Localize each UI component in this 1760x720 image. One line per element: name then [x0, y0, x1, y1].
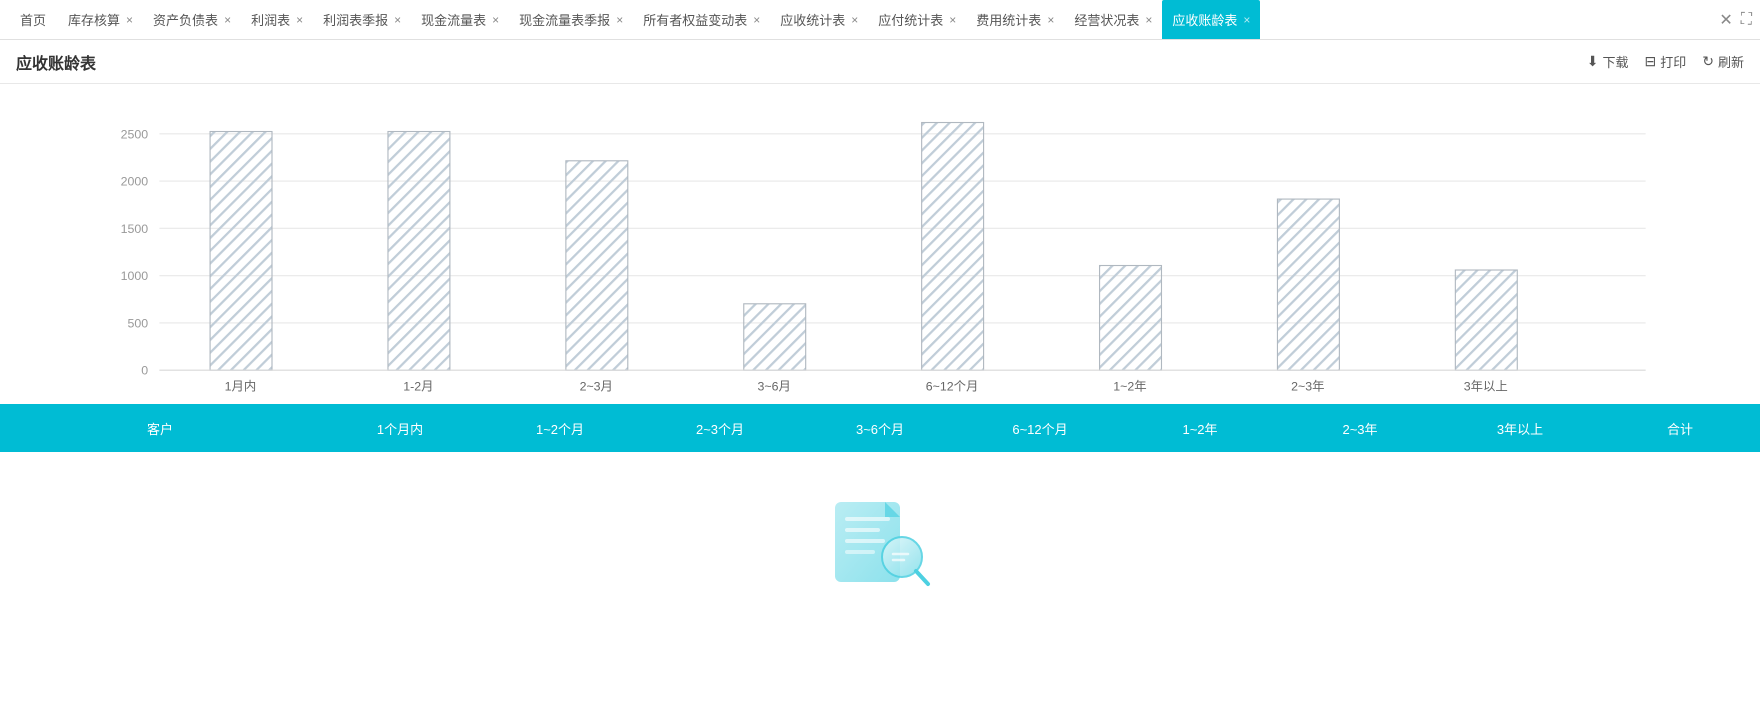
bar-chart: 0 500 1000 1500 2000 2500 1月内 1-2月 2~3月 …	[20, 100, 1740, 404]
svg-text:1月内: 1月内	[225, 379, 257, 393]
svg-text:1-2月: 1-2月	[403, 379, 433, 393]
tab-expense-stats[interactable]: 费用统计表 ×	[966, 0, 1064, 40]
tab-equity-changes[interactable]: 所有者权益变动表 ×	[633, 0, 770, 40]
main-content: 0 500 1000 1500 2000 2500 1月内 1-2月 2~3月 …	[0, 84, 1760, 720]
bar-1month	[210, 132, 272, 371]
svg-text:2500: 2500	[121, 127, 149, 141]
print-icon: ⊟	[1645, 53, 1657, 70]
bar-1-2month	[388, 132, 450, 371]
tab-cash-flow[interactable]: 现金流量表 ×	[411, 0, 509, 40]
page-header: 应收账龄表 ⬇ 下载 ⊟ 打印 ↻ 刷新	[0, 40, 1760, 84]
tab-balance-sheet[interactable]: 资产负债表 ×	[143, 0, 241, 40]
svg-text:3~6月: 3~6月	[757, 379, 790, 393]
svg-text:2~3年: 2~3年	[1291, 379, 1324, 393]
svg-text:1500: 1500	[121, 222, 149, 236]
svg-text:1000: 1000	[121, 269, 149, 283]
svg-text:500: 500	[127, 316, 148, 330]
bar-2-3year	[1277, 199, 1339, 370]
tab-close-balance-sheet[interactable]: ×	[224, 13, 231, 27]
page-title: 应收账龄表	[16, 50, 96, 74]
bar-2-3month	[566, 161, 628, 370]
col-header-customer: 客户	[0, 419, 320, 438]
tab-ar-aging[interactable]: 应收账龄表 ×	[1162, 0, 1260, 40]
tab-home[interactable]: 首页	[8, 0, 58, 40]
tab-close-profit-quarterly[interactable]: ×	[394, 13, 401, 27]
empty-state-icon	[820, 482, 940, 592]
tab-close-equity-changes[interactable]: ×	[753, 13, 760, 27]
tab-close-profit-loss[interactable]: ×	[296, 13, 303, 27]
col-header-3-6month: 3~6个月	[800, 419, 960, 438]
svg-text:1~2年: 1~2年	[1113, 379, 1146, 393]
col-header-1-2month: 1~2个月	[480, 419, 640, 438]
page-actions: ⬇ 下载 ⊟ 打印 ↻ 刷新	[1587, 52, 1744, 71]
close-all-button[interactable]: ✕	[1719, 10, 1732, 30]
maximize-button[interactable]: ⛶	[1741, 11, 1752, 29]
tab-close-cash-flow-quarterly[interactable]: ×	[616, 13, 623, 27]
tab-bar-actions: ✕ ⛶	[1719, 10, 1752, 30]
svg-text:3年以上: 3年以上	[1464, 379, 1508, 393]
tab-close-expense-stats[interactable]: ×	[1047, 13, 1054, 27]
tab-cash-flow-quarterly[interactable]: 现金流量表季报 ×	[509, 0, 633, 40]
refresh-icon: ↻	[1702, 53, 1714, 70]
col-header-1month: 1个月内	[320, 419, 480, 438]
table-body	[0, 452, 1760, 652]
tab-close-cash-flow[interactable]: ×	[492, 13, 499, 27]
col-header-2-3year: 2~3年	[1280, 419, 1440, 438]
tab-inventory[interactable]: 库存核算 ×	[58, 0, 143, 40]
tab-ap-stats[interactable]: 应付统计表 ×	[868, 0, 966, 40]
tab-profit-loss[interactable]: 利润表 ×	[241, 0, 313, 40]
tab-close-operations[interactable]: ×	[1145, 13, 1152, 27]
svg-text:2~3月: 2~3月	[580, 379, 613, 393]
tab-profit-quarterly[interactable]: 利润表季报 ×	[313, 0, 411, 40]
tab-operations[interactable]: 经营状况表 ×	[1064, 0, 1162, 40]
col-header-2-3month: 2~3个月	[640, 419, 800, 438]
col-header-6-12month: 6~12个月	[960, 419, 1120, 438]
tab-close-inventory[interactable]: ×	[126, 13, 133, 27]
download-button[interactable]: ⬇ 下载	[1587, 52, 1629, 71]
col-header-1-2year: 1~2年	[1120, 419, 1280, 438]
refresh-button[interactable]: ↻ 刷新	[1702, 52, 1744, 71]
table-header: 客户 1个月内 1~2个月 2~3个月 3~6个月 6~12个月 1~2年 2~…	[0, 404, 1760, 452]
col-header-3plus: 3年以上	[1440, 419, 1600, 438]
chart-area: 0 500 1000 1500 2000 2500 1月内 1-2月 2~3月 …	[0, 84, 1760, 404]
bar-3-6month	[744, 304, 806, 370]
bar-6-12month	[922, 123, 984, 371]
svg-text:6~12个月: 6~12个月	[926, 379, 979, 393]
tab-close-ap-stats[interactable]: ×	[949, 13, 956, 27]
tab-ar-stats[interactable]: 应收统计表 ×	[770, 0, 868, 40]
svg-text:0: 0	[141, 364, 148, 378]
svg-text:2000: 2000	[121, 175, 149, 189]
tab-close-ar-aging[interactable]: ×	[1243, 13, 1250, 27]
col-header-total: 合计	[1600, 419, 1760, 438]
tab-close-ar-stats[interactable]: ×	[851, 13, 858, 27]
download-icon: ⬇	[1587, 53, 1599, 70]
print-button[interactable]: ⊟ 打印	[1645, 52, 1687, 71]
tab-bar: 首页 库存核算 × 资产负债表 × 利润表 × 利润表季报 × 现金流量表 × …	[0, 0, 1760, 40]
bar-1-2year	[1100, 266, 1162, 371]
bar-3plus-year	[1455, 270, 1517, 370]
